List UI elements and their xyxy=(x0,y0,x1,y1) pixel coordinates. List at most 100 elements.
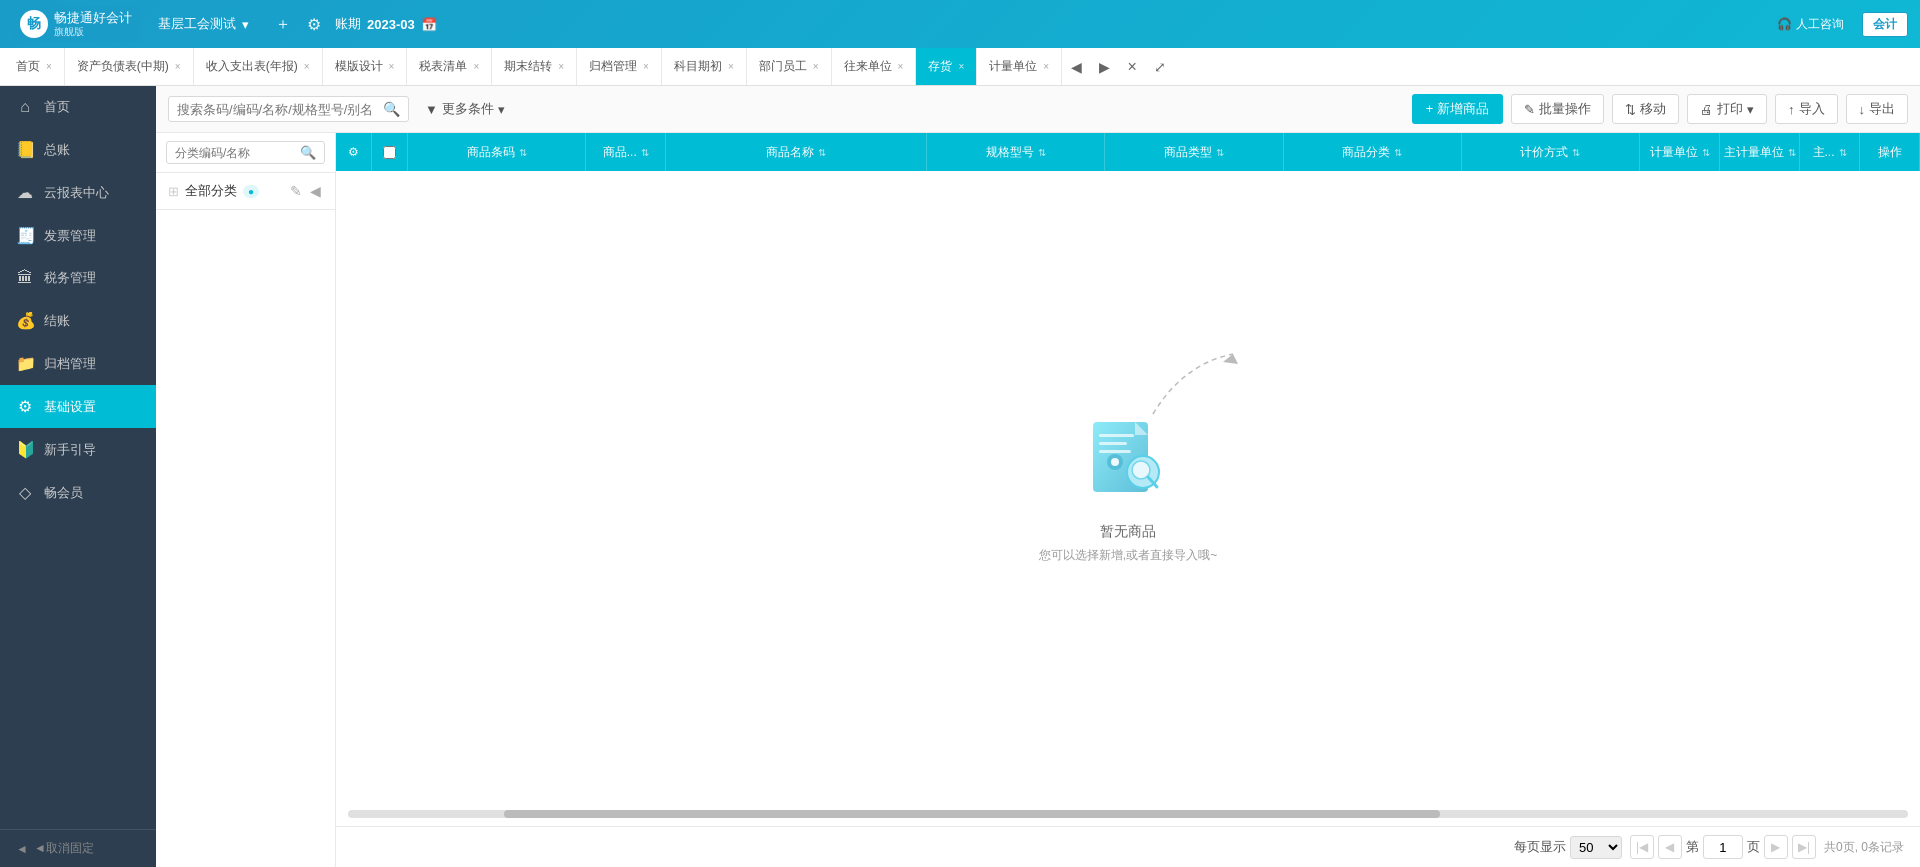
th-price[interactable]: 计价方式 ⇅ xyxy=(1462,133,1640,171)
calendar-icon[interactable]: 📅 xyxy=(421,17,437,32)
tab-unit-close[interactable]: × xyxy=(1043,61,1049,72)
th-checkbox[interactable] xyxy=(372,133,408,171)
th-main-unit-label: 主计量单位 xyxy=(1724,144,1784,161)
settings-button[interactable]: ⚙ xyxy=(303,11,325,38)
add-tab-button[interactable]: ＋ xyxy=(271,10,295,39)
tab-close-all-button[interactable]: × xyxy=(1118,48,1146,86)
th-extra[interactable]: 主... ⇅ xyxy=(1800,133,1860,171)
batch-button[interactable]: ✎ 批量操作 xyxy=(1511,94,1604,124)
toolbar-buttons: + 新增商品 ✎ 批量操作 ⇅ 移动 🖨 打印 ▾ ↑ 导入 xyxy=(1412,94,1908,124)
last-page-button[interactable]: ▶| xyxy=(1792,835,1816,859)
tab-subject[interactable]: 科目期初 × xyxy=(662,48,747,86)
tab-balance-label: 资产负债表(中期) xyxy=(77,58,169,75)
category-search-input[interactable] xyxy=(175,146,296,160)
svg-marker-0 xyxy=(1223,354,1238,364)
tab-unit[interactable]: 计量单位 × xyxy=(977,48,1062,86)
tab-income-close[interactable]: × xyxy=(304,61,310,72)
th-category[interactable]: 商品分类 ⇅ xyxy=(1284,133,1462,171)
left-panel: 🔍 ⊞ 全部分类 ● ✎ ◀ xyxy=(156,133,336,867)
tab-period-close[interactable]: × xyxy=(558,61,564,72)
collapse-panel-button[interactable]: ◀ xyxy=(308,181,323,201)
tab-next-button[interactable]: ▶ xyxy=(1090,48,1118,86)
tab-vendor[interactable]: 往来单位 × xyxy=(832,48,917,86)
tab-archive-close[interactable]: × xyxy=(643,61,649,72)
select-all-checkbox[interactable] xyxy=(383,146,396,159)
unpin-icon: ◄ xyxy=(16,842,28,856)
sidebar-item-ledger[interactable]: 📒 总账 xyxy=(0,128,156,171)
tab-income[interactable]: 收入支出表(年报) × xyxy=(194,48,323,86)
company-selector[interactable]: 基层工会测试 ▾ xyxy=(150,11,257,37)
edit-category-button[interactable]: ✎ xyxy=(288,181,304,201)
tab-dept-label: 部门员工 xyxy=(759,58,807,75)
sidebar-item-home[interactable]: ⌂ 首页 xyxy=(0,86,156,128)
horizontal-scrollbar[interactable] xyxy=(348,810,1908,818)
import-button[interactable]: ↑ 导入 xyxy=(1775,94,1838,124)
tab-expand-button[interactable]: ⤢ xyxy=(1146,48,1174,86)
prev-page-button[interactable]: ◀ xyxy=(1658,835,1682,859)
empty-state: 暂无商品 您可以选择新增,或者直接导入哦~ xyxy=(336,171,1920,806)
export-button[interactable]: ↓ 导出 xyxy=(1846,94,1909,124)
th-price-label: 计价方式 xyxy=(1520,144,1568,161)
th-unit[interactable]: 计量单位 ⇅ xyxy=(1640,133,1720,171)
sidebar-item-archive[interactable]: 📁 归档管理 xyxy=(0,342,156,385)
sort-category-icon: ⇅ xyxy=(1394,147,1402,158)
logo-area[interactable]: 畅 畅捷通好会计 旗舰版 xyxy=(12,6,140,42)
service-button[interactable]: 🎧 人工咨询 xyxy=(1769,13,1852,36)
main-search-input[interactable] xyxy=(177,102,377,117)
th-code[interactable]: 商品... ⇅ xyxy=(586,133,666,171)
sidebar-item-tax[interactable]: 🏛 税务管理 xyxy=(0,257,156,299)
tab-dept[interactable]: 部门员工 × xyxy=(747,48,832,86)
page-navigation: |◀ ◀ 第 页 ▶ ▶| xyxy=(1630,835,1816,859)
th-spec[interactable]: 规格型号 ⇅ xyxy=(927,133,1105,171)
sidebar-item-guide[interactable]: 🔰 新手引导 xyxy=(0,428,156,471)
left-panel-header: ⊞ 全部分类 ● ✎ ◀ xyxy=(156,173,335,210)
th-name[interactable]: 商品名称 ⇅ xyxy=(666,133,927,171)
sidebar-item-member[interactable]: ◇ 畅会员 xyxy=(0,471,156,514)
tab-template-close[interactable]: × xyxy=(389,61,395,72)
th-barcode[interactable]: 商品条码 ⇅ xyxy=(408,133,586,171)
move-button[interactable]: ⇅ 移动 xyxy=(1612,94,1679,124)
tab-inventory-close[interactable]: × xyxy=(958,61,964,72)
tab-subject-close[interactable]: × xyxy=(728,61,734,72)
kuaiji-badge[interactable]: 会计 xyxy=(1862,12,1908,37)
tab-balance[interactable]: 资产负债表(中期) × xyxy=(65,48,194,86)
tab-home-label: 首页 xyxy=(16,58,40,75)
tab-prev-button[interactable]: ◀ xyxy=(1062,48,1090,86)
body-area: 🔍 ⊞ 全部分类 ● ✎ ◀ xyxy=(156,133,1920,867)
filter-button[interactable]: ▼ 更多条件 ▾ xyxy=(417,96,513,122)
category-search-icon[interactable]: 🔍 xyxy=(300,145,316,160)
tab-balance-close[interactable]: × xyxy=(175,61,181,72)
tab-dept-close[interactable]: × xyxy=(813,61,819,72)
empty-illustration xyxy=(1083,414,1173,507)
sidebar-item-invoice[interactable]: 🧾 发票管理 xyxy=(0,214,156,257)
page-number-input[interactable] xyxy=(1703,835,1743,859)
scroll-thumb[interactable] xyxy=(504,810,1440,818)
tab-inventory[interactable]: 存货 × xyxy=(916,48,977,86)
sidebar-unpin-button[interactable]: ◄ ◄取消固定 xyxy=(0,829,156,867)
sidebar-item-settings[interactable]: ⚙ 基础设置 xyxy=(0,385,156,428)
sidebar-label-archive: 归档管理 xyxy=(44,355,96,373)
sidebar-item-reports[interactable]: ☁ 云报表中心 xyxy=(0,171,156,214)
tab-archive[interactable]: 归档管理 × xyxy=(577,48,662,86)
tab-period[interactable]: 期末结转 × xyxy=(492,48,577,86)
print-button[interactable]: 🖨 打印 ▾ xyxy=(1687,94,1767,124)
tab-tax-close[interactable]: × xyxy=(473,61,479,72)
tab-template[interactable]: 模版设计 × xyxy=(323,48,408,86)
sidebar-nav: ⌂ 首页 📒 总账 ☁ 云报表中心 🧾 发票管理 🏛 税务管理 💰 结账 xyxy=(0,86,156,829)
th-settings[interactable]: ⚙ xyxy=(336,133,372,171)
sidebar-item-settle[interactable]: 💰 结账 xyxy=(0,299,156,342)
next-page-button[interactable]: ▶ xyxy=(1764,835,1788,859)
sort-name-icon: ⇅ xyxy=(818,147,826,158)
tab-tax[interactable]: 税表清单 × xyxy=(407,48,492,86)
settle-icon: 💰 xyxy=(16,311,34,330)
th-type[interactable]: 商品类型 ⇅ xyxy=(1105,133,1283,171)
tab-home-close[interactable]: × xyxy=(46,61,52,72)
add-product-button[interactable]: + 新增商品 xyxy=(1412,94,1503,124)
first-page-button[interactable]: |◀ xyxy=(1630,835,1654,859)
tab-vendor-close[interactable]: × xyxy=(898,61,904,72)
tab-home[interactable]: 首页 × xyxy=(4,48,65,86)
main-search-icon[interactable]: 🔍 xyxy=(383,101,400,117)
svg-rect-2 xyxy=(1099,434,1134,437)
th-main-unit[interactable]: 主计量单位 ⇅ xyxy=(1720,133,1800,171)
page-size-select[interactable]: 10 20 50 100 xyxy=(1570,836,1622,859)
